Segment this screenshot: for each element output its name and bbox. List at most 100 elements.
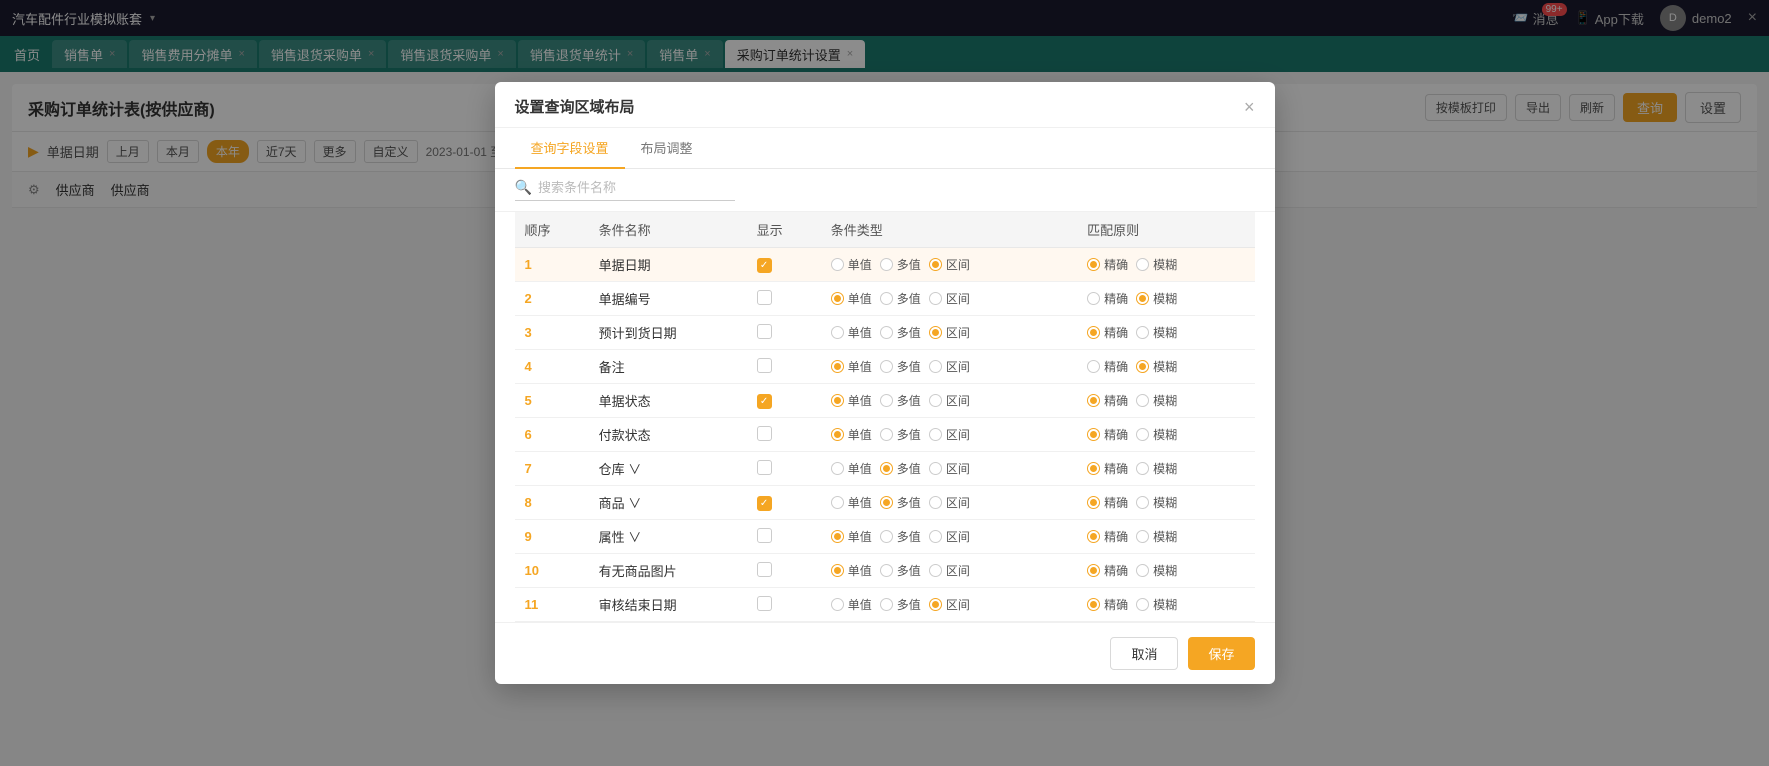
row-display-3[interactable] bbox=[747, 316, 821, 350]
match-radio-精确[interactable]: 精确 bbox=[1087, 562, 1128, 579]
row-display-10[interactable] bbox=[747, 554, 821, 588]
checkbox-display-9[interactable] bbox=[757, 528, 772, 543]
radio-label: 单值 bbox=[848, 392, 872, 409]
type-radio-单值[interactable]: 单值 bbox=[831, 460, 872, 477]
radio-label: 单值 bbox=[848, 494, 872, 511]
type-radio-多值[interactable]: 多值 bbox=[880, 494, 921, 511]
type-radio-多值[interactable]: 多值 bbox=[880, 528, 921, 545]
type-radio-单值[interactable]: 单值 bbox=[831, 528, 872, 545]
tab-layout-adjust[interactable]: 布局调整 bbox=[625, 128, 709, 169]
match-radio-模糊[interactable]: 模糊 bbox=[1136, 528, 1177, 545]
match-radio-精确[interactable]: 精确 bbox=[1087, 494, 1128, 511]
row-order-7: 7 bbox=[515, 452, 589, 486]
type-radio-多值[interactable]: 多值 bbox=[880, 392, 921, 409]
match-radio-精确[interactable]: 精确 bbox=[1087, 460, 1128, 477]
row-display-4[interactable] bbox=[747, 350, 821, 384]
type-radio-单值[interactable]: 单值 bbox=[831, 562, 872, 579]
row-order-9: 9 bbox=[515, 520, 589, 554]
match-radio-模糊[interactable]: 模糊 bbox=[1136, 426, 1177, 443]
row-display-8[interactable] bbox=[747, 486, 821, 520]
checkbox-display-2[interactable] bbox=[757, 290, 772, 305]
match-radio-精确[interactable]: 精确 bbox=[1087, 256, 1128, 273]
type-radio-区间[interactable]: 区间 bbox=[929, 324, 970, 341]
radio-label: 模糊 bbox=[1153, 256, 1177, 273]
radio-label: 模糊 bbox=[1153, 358, 1177, 375]
checkbox-display-1[interactable] bbox=[757, 258, 772, 273]
th-display: 显示 bbox=[747, 212, 821, 248]
type-radio-区间[interactable]: 区间 bbox=[929, 392, 970, 409]
match-radio-模糊[interactable]: 模糊 bbox=[1136, 596, 1177, 613]
type-radio-单值[interactable]: 单值 bbox=[831, 256, 872, 273]
type-radio-单值[interactable]: 单值 bbox=[831, 426, 872, 443]
match-radio-精确[interactable]: 精确 bbox=[1087, 358, 1128, 375]
match-radio-精确[interactable]: 精确 bbox=[1087, 426, 1128, 443]
type-radio-区间[interactable]: 区间 bbox=[929, 290, 970, 307]
type-radio-单值[interactable]: 单值 bbox=[831, 290, 872, 307]
type-radio-多值[interactable]: 多值 bbox=[880, 426, 921, 443]
radio-circle-icon bbox=[880, 326, 893, 339]
checkbox-display-3[interactable] bbox=[757, 324, 772, 339]
cancel-button[interactable]: 取消 bbox=[1110, 637, 1178, 670]
checkbox-display-5[interactable] bbox=[757, 394, 772, 409]
match-radio-精确[interactable]: 精确 bbox=[1087, 528, 1128, 545]
type-radio-多值[interactable]: 多值 bbox=[880, 324, 921, 341]
match-radio-精确[interactable]: 精确 bbox=[1087, 290, 1128, 307]
match-radio-模糊[interactable]: 模糊 bbox=[1136, 290, 1177, 307]
row-order-1: 1 bbox=[515, 248, 589, 282]
checkbox-display-6[interactable] bbox=[757, 426, 772, 441]
radio-circle-icon bbox=[880, 496, 893, 509]
type-radio-区间[interactable]: 区间 bbox=[929, 460, 970, 477]
tab-query-fields[interactable]: 查询字段设置 bbox=[515, 128, 625, 169]
match-radio-模糊[interactable]: 模糊 bbox=[1136, 392, 1177, 409]
type-radio-多值[interactable]: 多值 bbox=[880, 460, 921, 477]
radio-circle-icon bbox=[831, 462, 844, 475]
row-display-2[interactable] bbox=[747, 282, 821, 316]
checkbox-display-7[interactable] bbox=[757, 460, 772, 475]
match-radio-模糊[interactable]: 模糊 bbox=[1136, 324, 1177, 341]
match-radio-模糊[interactable]: 模糊 bbox=[1136, 494, 1177, 511]
checkbox-display-10[interactable] bbox=[757, 562, 772, 577]
type-radio-多值[interactable]: 多值 bbox=[880, 256, 921, 273]
match-radio-模糊[interactable]: 模糊 bbox=[1136, 460, 1177, 477]
type-radio-区间[interactable]: 区间 bbox=[929, 426, 970, 443]
type-radio-区间[interactable]: 区间 bbox=[929, 358, 970, 375]
type-radio-单值[interactable]: 单值 bbox=[831, 324, 872, 341]
type-radio-单值[interactable]: 单值 bbox=[831, 392, 872, 409]
type-radio-多值[interactable]: 多值 bbox=[880, 562, 921, 579]
type-radio-多值[interactable]: 多值 bbox=[880, 596, 921, 613]
radio-label: 精确 bbox=[1104, 596, 1128, 613]
type-radio-单值[interactable]: 单值 bbox=[831, 494, 872, 511]
match-radio-精确[interactable]: 精确 bbox=[1087, 596, 1128, 613]
match-radio-模糊[interactable]: 模糊 bbox=[1136, 562, 1177, 579]
row-display-5[interactable] bbox=[747, 384, 821, 418]
row-display-1[interactable] bbox=[747, 248, 821, 282]
dialog-close-icon[interactable]: × bbox=[1244, 98, 1255, 116]
type-radio-区间[interactable]: 区间 bbox=[929, 596, 970, 613]
row-match-2: 精确模糊 bbox=[1077, 282, 1254, 316]
type-radio-单值[interactable]: 单值 bbox=[831, 596, 872, 613]
row-display-7[interactable] bbox=[747, 452, 821, 486]
checkbox-display-8[interactable] bbox=[757, 496, 772, 511]
radio-label: 模糊 bbox=[1153, 596, 1177, 613]
type-radio-区间[interactable]: 区间 bbox=[929, 256, 970, 273]
type-radio-多值[interactable]: 多值 bbox=[880, 290, 921, 307]
row-display-6[interactable] bbox=[747, 418, 821, 452]
row-display-11[interactable] bbox=[747, 588, 821, 622]
radio-label: 模糊 bbox=[1153, 460, 1177, 477]
type-radio-区间[interactable]: 区间 bbox=[929, 528, 970, 545]
row-type-1: 单值多值区间 bbox=[821, 248, 1077, 282]
match-radio-模糊[interactable]: 模糊 bbox=[1136, 256, 1177, 273]
match-radio-精确[interactable]: 精确 bbox=[1087, 324, 1128, 341]
match-radio-模糊[interactable]: 模糊 bbox=[1136, 358, 1177, 375]
type-radio-多值[interactable]: 多值 bbox=[880, 358, 921, 375]
search-input[interactable] bbox=[538, 180, 718, 195]
type-radio-区间[interactable]: 区间 bbox=[929, 562, 970, 579]
save-button[interactable]: 保存 bbox=[1188, 637, 1254, 670]
checkbox-display-4[interactable] bbox=[757, 358, 772, 373]
row-display-9[interactable] bbox=[747, 520, 821, 554]
type-radio-单值[interactable]: 单值 bbox=[831, 358, 872, 375]
match-radio-精确[interactable]: 精确 bbox=[1087, 392, 1128, 409]
order-number: 6 bbox=[525, 427, 532, 442]
checkbox-display-11[interactable] bbox=[757, 596, 772, 611]
type-radio-区间[interactable]: 区间 bbox=[929, 494, 970, 511]
